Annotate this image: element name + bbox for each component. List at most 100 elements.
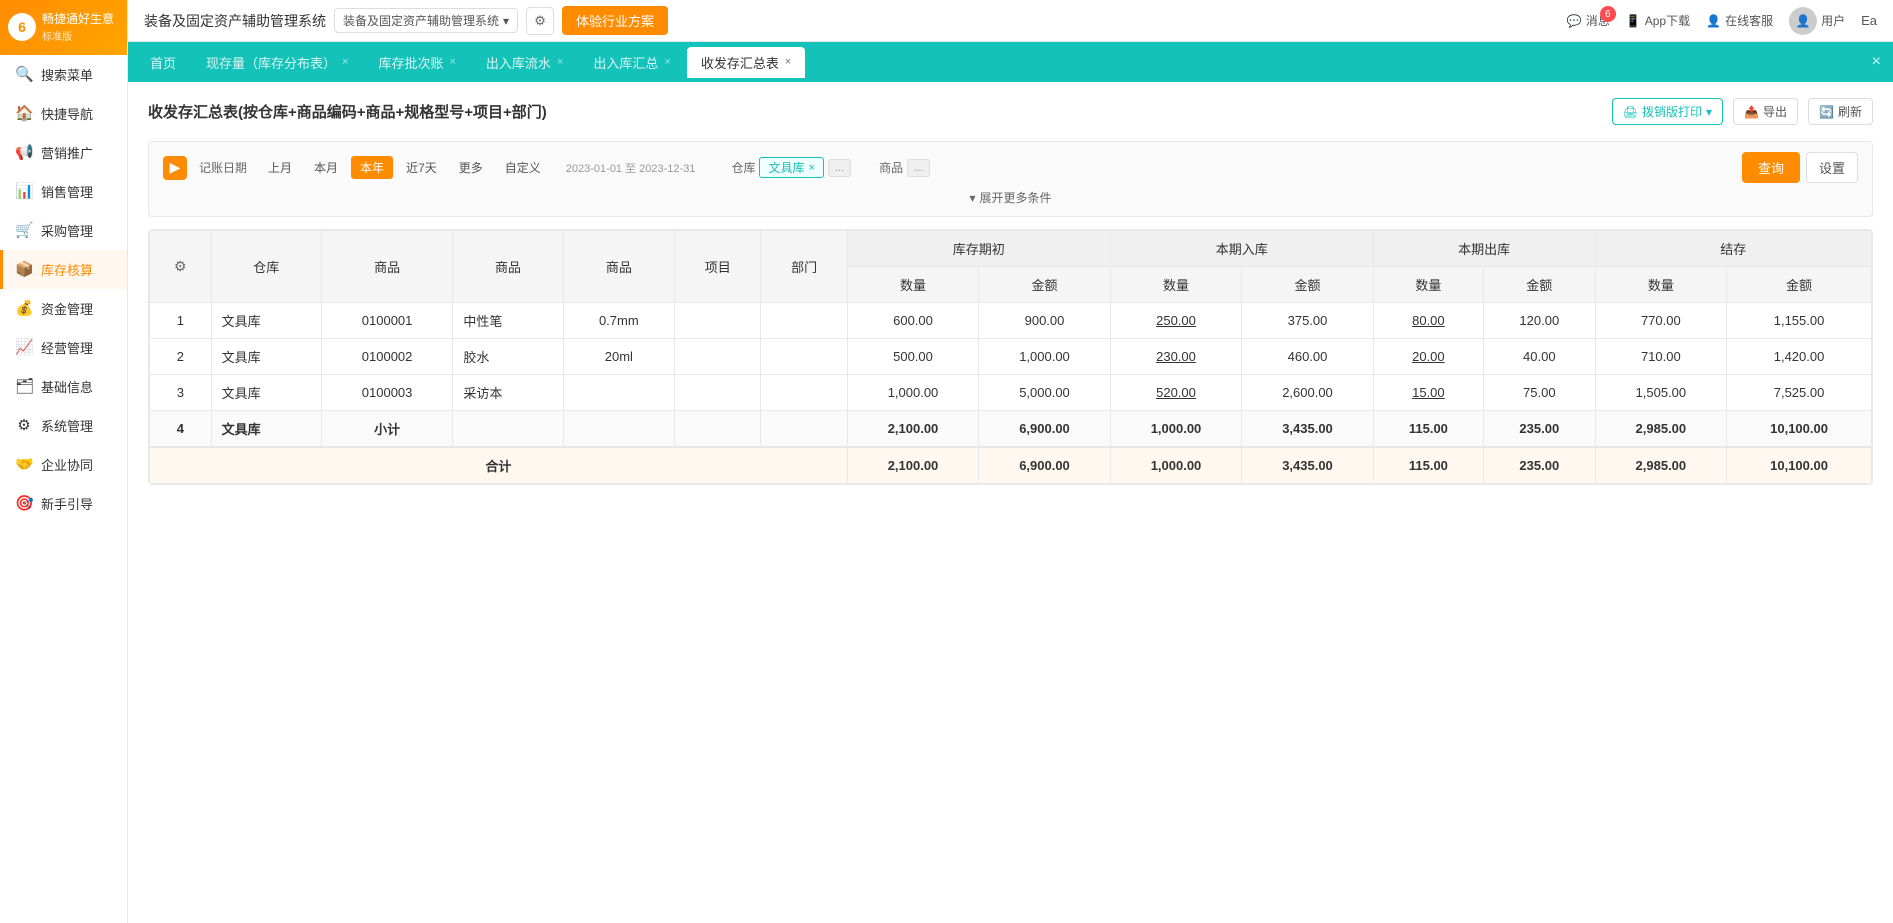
warehouse-tag[interactable]: 文具库 ×	[759, 157, 823, 178]
online-service-btn[interactable]: 👤 在线客服	[1706, 12, 1773, 29]
row-in-qty[interactable]: 520.00	[1110, 375, 1242, 411]
row-project	[675, 411, 761, 448]
tab-close-inout-flow[interactable]: ×	[557, 56, 563, 68]
system-selector[interactable]: 装备及固定资产辅助管理系统 ▾	[334, 8, 518, 33]
tab-inout-summary[interactable]: 出入库汇总 ×	[579, 47, 684, 78]
sidebar-icon-business: 📈	[15, 338, 33, 356]
sidebar-item-guide[interactable]: 🎯新手引导	[0, 484, 127, 523]
tab-close-batch[interactable]: ×	[449, 56, 455, 68]
footer-opening-qty: 2,100.00	[847, 447, 979, 484]
sidebar-item-finance[interactable]: 💰资金管理	[0, 289, 127, 328]
sidebar-item-quick-nav[interactable]: 🏠快捷导航	[0, 94, 127, 133]
in-qty-header: 数量	[1110, 267, 1242, 303]
tab-close-receive-summary[interactable]: ×	[785, 56, 791, 68]
filter-toggle-btn[interactable]: ▶	[163, 156, 187, 180]
sidebar-item-enterprise[interactable]: 🤝企业协同	[0, 445, 127, 484]
expand-more-btn[interactable]: ▾ 展开更多条件	[163, 189, 1858, 206]
date-filter-label: 记账日期	[199, 159, 247, 176]
out-qty-header: 数量	[1373, 267, 1483, 303]
footer-out-qty: 115.00	[1373, 447, 1483, 484]
export-btn[interactable]: 📤 导出	[1733, 98, 1798, 125]
messages-btn[interactable]: 💬 消息 6	[1567, 12, 1610, 29]
table-row: 4 文具库 小计 2,100.00 6,900.00 1,000.00 3,43…	[150, 411, 1872, 448]
avatar: 👤	[1789, 7, 1817, 35]
settings-gear-icon[interactable]: ⚙	[526, 7, 554, 35]
page-content: 收发存汇总表(按仓库+商品编码+商品+规格型号+项目+部门) 🖨 拨销版打印 ▾…	[128, 82, 1893, 923]
row-code: 0100003	[321, 375, 453, 411]
row-in-qty[interactable]: 250.00	[1110, 303, 1242, 339]
warehouse-col-header: 仓库	[211, 231, 321, 303]
app-logo: 6	[8, 13, 36, 41]
sidebar-item-search[interactable]: 🔍搜索菜单	[0, 55, 127, 94]
topbar: 装备及固定资产辅助管理系统 装备及固定资产辅助管理系统 ▾ ⚙ 体验行业方案 💬…	[128, 0, 1893, 42]
experience-btn[interactable]: 体验行业方案	[562, 6, 668, 35]
data-table-container: ⚙ 仓库 商品 商品 商品 项目 部门 库存期初 本期入库 本期出库 结存	[148, 229, 1873, 485]
tabbar-close-btn[interactable]: ×	[1872, 53, 1881, 71]
expand-icon: ▾	[969, 191, 975, 205]
tab-close-inout-summary[interactable]: ×	[664, 56, 670, 68]
row-out-amt: 75.00	[1484, 375, 1596, 411]
tab-label-inout-summary: 出入库汇总	[593, 53, 658, 72]
tab-inout-flow[interactable]: 出入库流水×	[472, 47, 577, 78]
date-btn-本月[interactable]: 本月	[305, 156, 347, 179]
refresh-btn[interactable]: 🔄 刷新	[1808, 98, 1873, 125]
print-btn[interactable]: 🖨 拨销版打印 ▾	[1612, 98, 1723, 125]
sidebar-icon-basic-info: 🗂	[15, 377, 33, 395]
project-col-header: 项目	[675, 231, 761, 303]
app-download-btn[interactable]: 📱 App下载	[1626, 12, 1690, 29]
date-btn-本年[interactable]: 本年	[351, 156, 393, 179]
date-btn-自定义[interactable]: 自定义	[496, 156, 550, 179]
sidebar-icon-search: 🔍	[15, 65, 33, 83]
row-warehouse: 文具库	[211, 303, 321, 339]
row-out-amt: 40.00	[1484, 339, 1596, 375]
opening-qty-header: 数量	[847, 267, 979, 303]
ea-label: Ea	[1861, 13, 1877, 28]
sidebar-icon-finance: 💰	[15, 299, 33, 317]
user-avatar[interactable]: 👤 用户	[1789, 7, 1845, 35]
tab-receive-summary[interactable]: 收发存汇总表×	[687, 47, 805, 78]
row-bal-qty: 770.00	[1595, 303, 1727, 339]
sidebar-item-system[interactable]: ⚙系统管理	[0, 406, 127, 445]
sidebar-item-basic-info[interactable]: 🗂基础信息	[0, 367, 127, 406]
date-btn-上月[interactable]: 上月	[259, 156, 301, 179]
date-btn-更多[interactable]: 更多	[450, 156, 492, 179]
sidebar-item-marketing[interactable]: 📢营销推广	[0, 133, 127, 172]
sidebar-item-purchase[interactable]: 🛒采购管理	[0, 211, 127, 250]
row-dept	[761, 375, 847, 411]
export-icon: 📤	[1744, 105, 1759, 119]
sidebar-item-inventory[interactable]: 📦库存核算	[0, 250, 127, 289]
warehouse-tag-close-icon[interactable]: ×	[808, 162, 814, 174]
date-btn-近7天[interactable]: 近7天	[397, 156, 446, 179]
sidebar-item-sales[interactable]: 📊销售管理	[0, 172, 127, 211]
tab-close-inventory-dist[interactable]: ×	[342, 56, 348, 68]
chevron-down-icon: ▾	[1706, 105, 1712, 119]
sidebar-item-business[interactable]: 📈经营管理	[0, 328, 127, 367]
sidebar-header[interactable]: 6 畅捷通好生意 标准版	[0, 0, 127, 55]
warehouse-more-btn[interactable]: ...	[828, 159, 851, 177]
system-title: 装备及固定资产辅助管理系统	[144, 11, 326, 31]
sidebar-icon-inventory: 📦	[15, 260, 33, 278]
in-amt-header: 金额	[1242, 267, 1374, 303]
dept-col-header: 部门	[761, 231, 847, 303]
name-col-header: 商品	[453, 231, 563, 303]
product-more-btn[interactable]: ...	[907, 159, 930, 177]
row-code: 小计	[321, 411, 453, 448]
user-label: 用户	[1821, 12, 1845, 29]
tab-home[interactable]: 首页	[136, 47, 190, 78]
settings-col-header[interactable]: ⚙	[150, 231, 212, 303]
app-download-label: App下载	[1645, 12, 1690, 29]
row-out-qty[interactable]: 15.00	[1373, 375, 1483, 411]
query-btn[interactable]: 查询	[1742, 152, 1800, 183]
row-dept	[761, 339, 847, 375]
row-out-qty[interactable]: 20.00	[1373, 339, 1483, 375]
tab-batch[interactable]: 库存批次账×	[364, 47, 469, 78]
row-in-qty[interactable]: 230.00	[1110, 339, 1242, 375]
data-table: ⚙ 仓库 商品 商品 商品 项目 部门 库存期初 本期入库 本期出库 结存	[149, 230, 1872, 484]
filter-settings-btn[interactable]: 设置	[1806, 152, 1858, 183]
tab-inventory-dist[interactable]: 现存量（库存分布表）×	[192, 47, 362, 78]
row-opening-amt: 5,000.00	[979, 375, 1111, 411]
row-out-qty[interactable]: 80.00	[1373, 303, 1483, 339]
row-project	[675, 375, 761, 411]
sidebar-icon-quick-nav: 🏠	[15, 104, 33, 122]
spec-col-header: 商品	[563, 231, 675, 303]
